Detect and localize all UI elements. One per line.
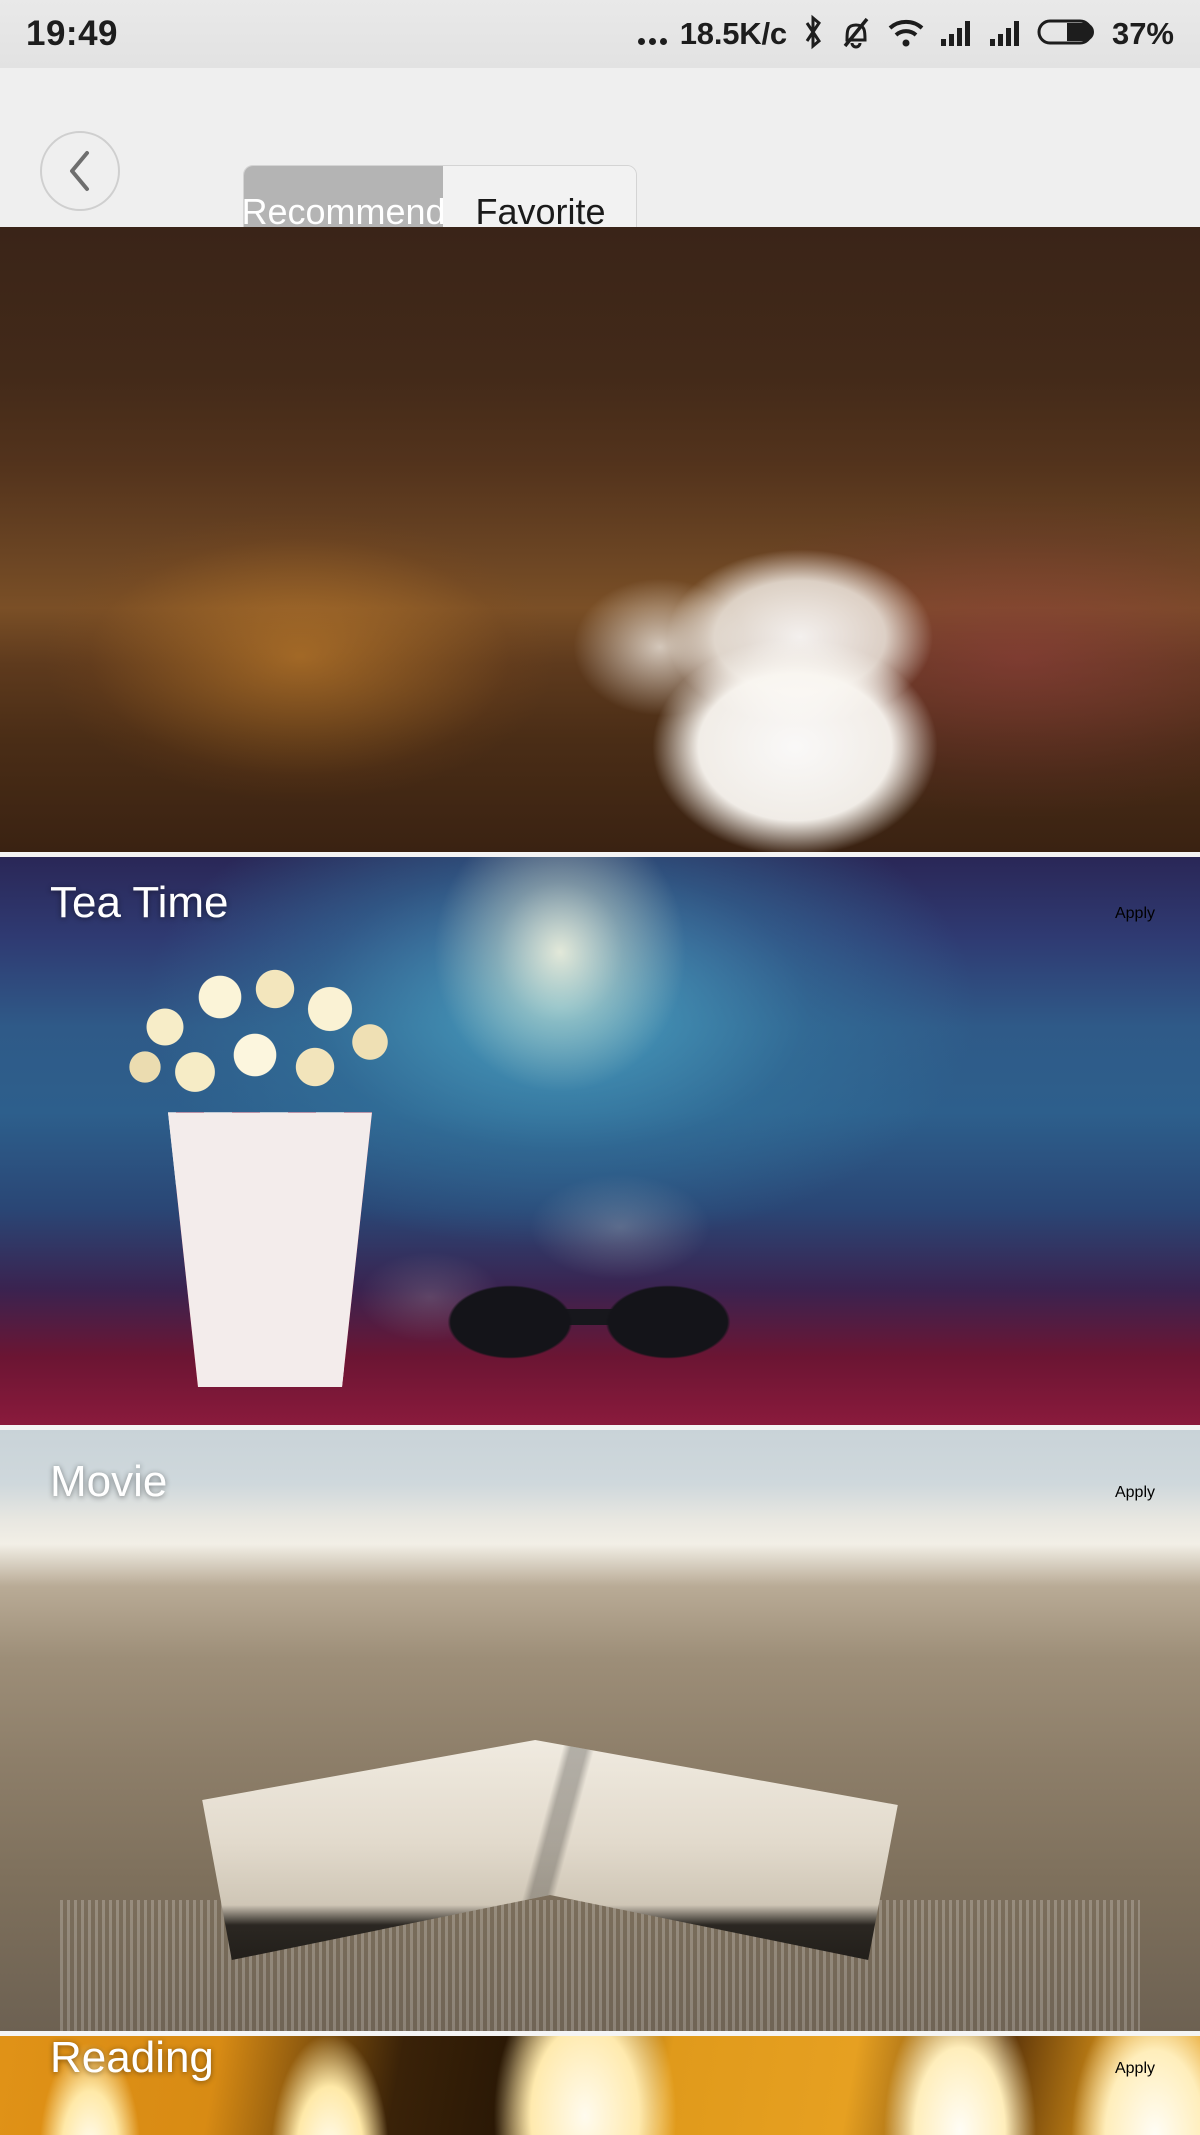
status-bar-clock: 19:49 (26, 14, 119, 53)
beach-mat-decor (60, 1900, 1140, 2031)
network-speed-label: 18.5K/c (679, 16, 787, 51)
scene-title-reading: Reading (50, 2033, 214, 2082)
3d-glasses-decor (430, 1267, 750, 1377)
scene-card-list[interactable]: Tea Time Apply Movie Apply Reading Apply (0, 227, 1200, 2135)
back-button[interactable] (40, 131, 120, 211)
popcorn-kernels-decor (105, 947, 425, 1107)
battery-icon (1037, 14, 1099, 55)
scene-title-tea-time: Tea Time (50, 878, 229, 927)
battery-percent-label: 37% (1111, 16, 1174, 51)
status-bar-icons: 18.5K/c 37% (637, 13, 1174, 56)
scene-artwork-tea-time (0, 227, 1200, 852)
apply-button-tea-time[interactable]: Apply (1115, 905, 1155, 923)
app-header: Recommend Favorite (0, 68, 1200, 258)
chevron-left-icon (63, 148, 97, 194)
signal-sim2-icon (988, 13, 1024, 56)
signal-sim1-icon (939, 13, 975, 56)
scene-card-tea-time[interactable] (0, 227, 1200, 857)
bluetooth-icon (800, 13, 826, 56)
bell-muted-icon (839, 13, 873, 56)
apply-button-reading[interactable]: Apply (1115, 2060, 1155, 2078)
scene-card-movie[interactable] (0, 857, 1200, 1430)
wifi-icon (886, 13, 926, 56)
scene-card-reading[interactable] (0, 1430, 1200, 2036)
scene-title-movie: Movie (50, 1457, 168, 1506)
status-bar: 19:49 18.5K/c 37% (0, 0, 1200, 68)
more-dots-icon (637, 17, 667, 51)
apply-button-movie[interactable]: Apply (1115, 1484, 1155, 1502)
